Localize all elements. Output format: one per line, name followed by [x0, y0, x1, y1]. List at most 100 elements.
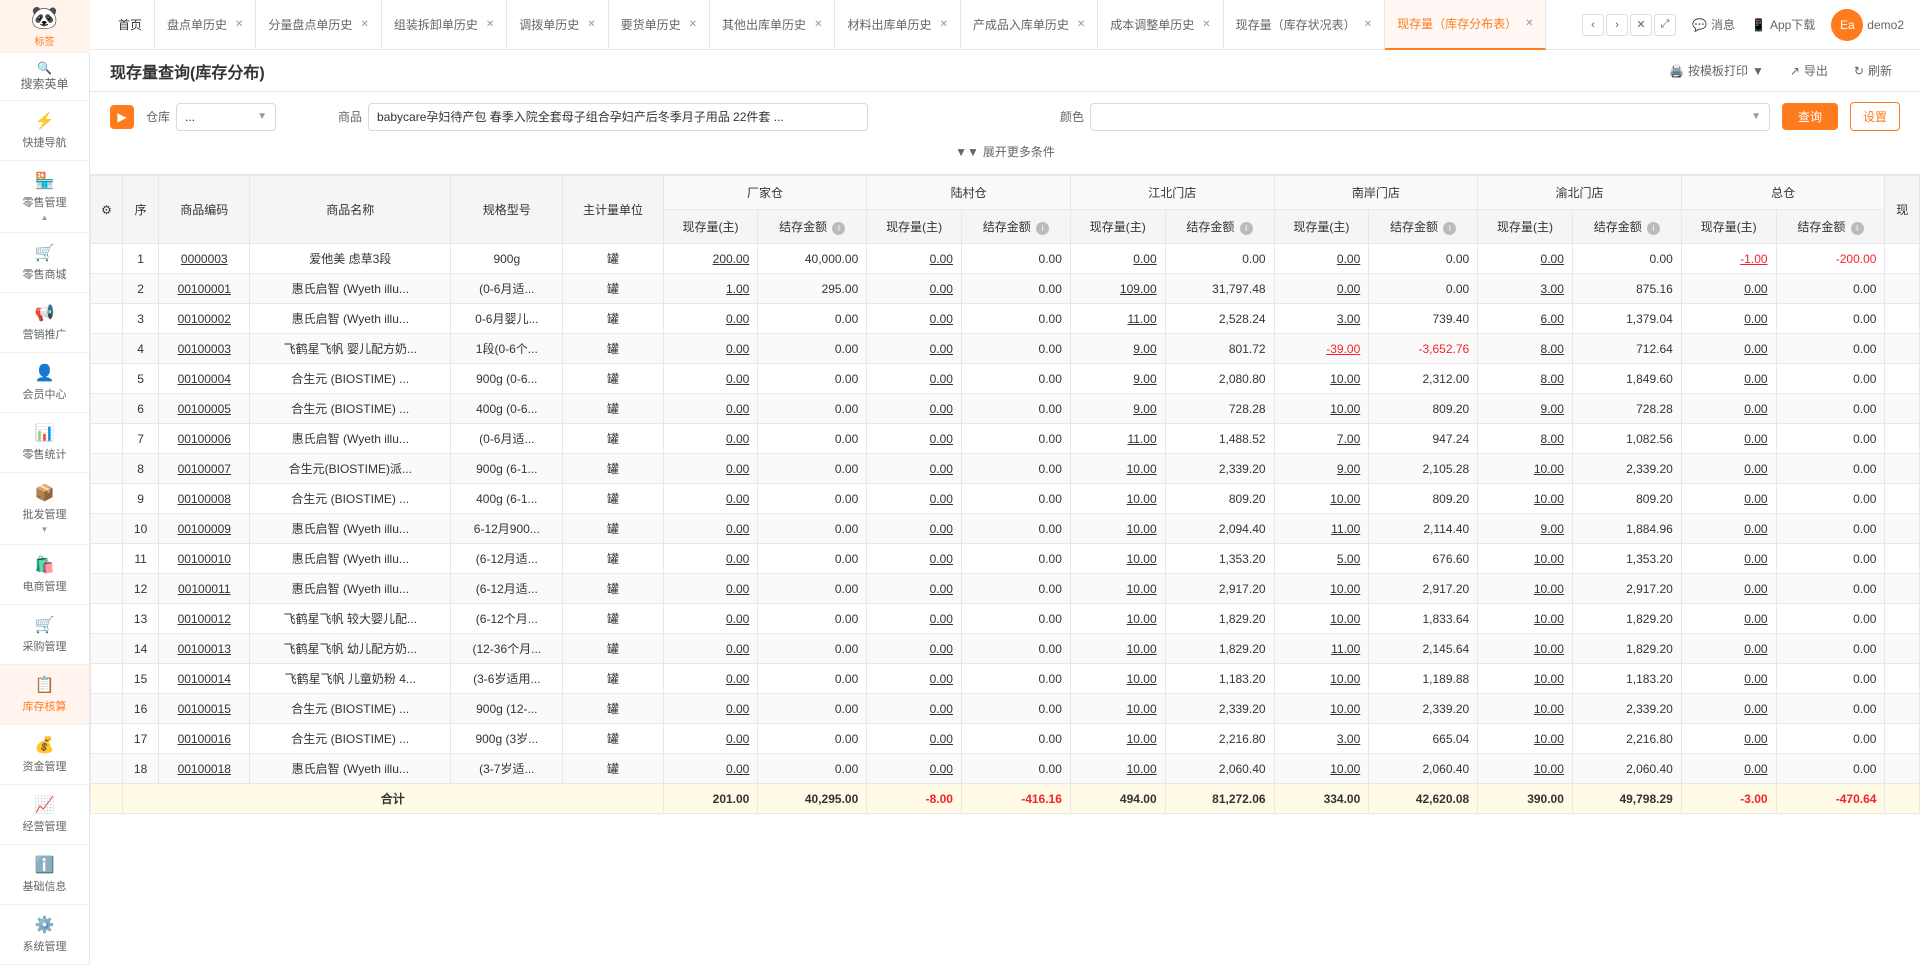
- total-cur-cell[interactable]: 0.00: [1681, 304, 1776, 334]
- changjia-cur-cell[interactable]: 0.00: [663, 394, 758, 424]
- yubei-cur-cell[interactable]: 10.00: [1478, 724, 1573, 754]
- lucun-cur-cell[interactable]: 0.00: [867, 574, 962, 604]
- total-cur-cell[interactable]: -1.00: [1681, 244, 1776, 274]
- code-cell[interactable]: 00100016: [159, 724, 250, 754]
- close-icon[interactable]: ✕: [1364, 19, 1372, 30]
- sidebar-item-purchase[interactable]: 🛒 采购管理: [0, 605, 89, 665]
- info-icon[interactable]: i: [1036, 222, 1049, 235]
- changjia-cur-cell[interactable]: 0.00: [663, 334, 758, 364]
- yubei-cur-cell[interactable]: 8.00: [1478, 364, 1573, 394]
- code-cell[interactable]: 00100009: [159, 514, 250, 544]
- tab-close-btn[interactable]: ✕: [1630, 14, 1652, 36]
- tab-next-btn[interactable]: ›: [1606, 14, 1628, 36]
- nanan-cur-cell[interactable]: 9.00: [1274, 454, 1369, 484]
- code-cell[interactable]: 00100008: [159, 484, 250, 514]
- tab-expand-btn[interactable]: ⤢: [1654, 14, 1676, 36]
- code-cell[interactable]: 00100013: [159, 634, 250, 664]
- sidebar-item-retail-mall[interactable]: 🛒 零售商城: [0, 233, 89, 293]
- code-cell[interactable]: 00100012: [159, 604, 250, 634]
- total-cur-cell[interactable]: 0.00: [1681, 604, 1776, 634]
- nanan-cur-cell[interactable]: 11.00: [1274, 514, 1369, 544]
- expand-conditions-btn[interactable]: ▼▼ 展开更多条件: [947, 139, 1063, 164]
- nanan-cur-cell[interactable]: 10.00: [1274, 574, 1369, 604]
- sidebar-item-marketing[interactable]: 📢 营销推广: [0, 293, 89, 353]
- jiangbei-cur-cell[interactable]: 10.00: [1070, 604, 1165, 634]
- total-cur-cell[interactable]: 0.00: [1681, 394, 1776, 424]
- product-input[interactable]: babycare孕妇待产包 春季入院全套母子组合孕妇产后冬季月子用品 22件套 …: [368, 103, 868, 131]
- tab-transfer[interactable]: 调拨单历史 ✕: [507, 0, 608, 50]
- query-button[interactable]: 查询: [1782, 103, 1838, 130]
- close-icon[interactable]: ✕: [814, 19, 822, 30]
- changjia-cur-cell[interactable]: 0.00: [663, 574, 758, 604]
- sidebar-item-retail-stats[interactable]: 📊 零售统计: [0, 413, 89, 473]
- nanan-cur-cell[interactable]: 10.00: [1274, 484, 1369, 514]
- tab-purchase-order[interactable]: 要货单历史 ✕: [609, 0, 710, 50]
- jiangbei-cur-cell[interactable]: 10.00: [1070, 574, 1165, 604]
- table-container[interactable]: ⚙ 序 商品编码 商品名称 规格型号 主计量单位 厂家仓 陆村仓 江北门店 南岸…: [90, 175, 1920, 965]
- yubei-cur-cell[interactable]: 10.00: [1478, 754, 1573, 784]
- nanan-cur-cell[interactable]: 0.00: [1274, 244, 1369, 274]
- tab-current-warehouse[interactable]: 现存量（库存状况表） ✕: [1224, 0, 1385, 50]
- total-cur-cell[interactable]: 0.00: [1681, 574, 1776, 604]
- nanan-cur-cell[interactable]: 10.00: [1274, 694, 1369, 724]
- nanan-cur-cell[interactable]: 3.00: [1274, 724, 1369, 754]
- yubei-cur-cell[interactable]: 0.00: [1478, 244, 1573, 274]
- sidebar-item-basics[interactable]: ℹ️ 基础信息: [0, 845, 89, 905]
- total-cur-cell[interactable]: 0.00: [1681, 664, 1776, 694]
- nanan-cur-cell[interactable]: 10.00: [1274, 364, 1369, 394]
- tab-branch-count[interactable]: 分量盘点单历史 ✕: [256, 0, 381, 50]
- lucun-cur-cell[interactable]: 0.00: [867, 454, 962, 484]
- nanan-cur-cell[interactable]: 3.00: [1274, 304, 1369, 334]
- close-icon[interactable]: ✕: [1202, 19, 1210, 30]
- filter-toggle-btn[interactable]: ▶: [110, 105, 134, 129]
- sidebar-item-ecommerce[interactable]: 🛍️ 电商管理: [0, 545, 89, 605]
- yubei-cur-cell[interactable]: 8.00: [1478, 334, 1573, 364]
- print-btn[interactable]: 🖨️ 按模板打印 ▼: [1661, 58, 1772, 83]
- yubei-cur-cell[interactable]: 10.00: [1478, 454, 1573, 484]
- user-avatar[interactable]: Ea demo2: [1831, 9, 1904, 41]
- total-cur-cell[interactable]: 0.00: [1681, 724, 1776, 754]
- info-icon[interactable]: i: [1851, 222, 1864, 235]
- jiangbei-cur-cell[interactable]: 0.00: [1070, 244, 1165, 274]
- yubei-cur-cell[interactable]: 10.00: [1478, 664, 1573, 694]
- yubei-cur-cell[interactable]: 9.00: [1478, 514, 1573, 544]
- jiangbei-cur-cell[interactable]: 10.00: [1070, 754, 1165, 784]
- yubei-cur-cell[interactable]: 10.00: [1478, 574, 1573, 604]
- code-cell[interactable]: 0000003: [159, 244, 250, 274]
- info-icon[interactable]: i: [1240, 222, 1253, 235]
- total-cur-cell[interactable]: 0.00: [1681, 514, 1776, 544]
- changjia-cur-cell[interactable]: 0.00: [663, 694, 758, 724]
- sidebar-item-finance[interactable]: 💰 资金管理: [0, 725, 89, 785]
- changjia-cur-cell[interactable]: 0.00: [663, 724, 758, 754]
- code-cell[interactable]: 00100010: [159, 544, 250, 574]
- lucun-cur-cell[interactable]: 0.00: [867, 694, 962, 724]
- tab-current-dist[interactable]: 现存量（库存分布表） ✕: [1385, 0, 1546, 50]
- nanan-cur-cell[interactable]: 11.00: [1274, 634, 1369, 664]
- total-cur-cell[interactable]: 0.00: [1681, 484, 1776, 514]
- close-icon[interactable]: ✕: [486, 19, 494, 30]
- yubei-cur-cell[interactable]: 9.00: [1478, 394, 1573, 424]
- jiangbei-cur-cell[interactable]: 9.00: [1070, 334, 1165, 364]
- tab-home[interactable]: 首页: [106, 0, 155, 50]
- sidebar-item-quicknav[interactable]: ⚡ 快捷导航: [0, 101, 89, 161]
- total-cur-cell[interactable]: 0.00: [1681, 334, 1776, 364]
- sidebar-item-system[interactable]: ⚙️ 系统管理: [0, 905, 89, 965]
- sidebar-item-wholesale[interactable]: 📦 批发管理 ▼: [0, 473, 89, 545]
- lucun-cur-cell[interactable]: 0.00: [867, 334, 962, 364]
- sidebar-item-member[interactable]: 👤 会员中心: [0, 353, 89, 413]
- jiangbei-cur-cell[interactable]: 10.00: [1070, 514, 1165, 544]
- code-cell[interactable]: 00100014: [159, 664, 250, 694]
- jiangbei-cur-cell[interactable]: 9.00: [1070, 364, 1165, 394]
- lucun-cur-cell[interactable]: 0.00: [867, 754, 962, 784]
- yubei-cur-cell[interactable]: 10.00: [1478, 544, 1573, 574]
- yubei-cur-cell[interactable]: 10.00: [1478, 484, 1573, 514]
- code-cell[interactable]: 00100011: [159, 574, 250, 604]
- message-btn[interactable]: 💬 消息: [1692, 16, 1735, 33]
- app-download-btn[interactable]: 📱 App下载: [1751, 16, 1815, 33]
- jiangbei-cur-cell[interactable]: 11.00: [1070, 424, 1165, 454]
- changjia-cur-cell[interactable]: 0.00: [663, 424, 758, 454]
- code-cell[interactable]: 00100001: [159, 274, 250, 304]
- changjia-cur-cell[interactable]: 0.00: [663, 454, 758, 484]
- nanan-cur-cell[interactable]: 5.00: [1274, 544, 1369, 574]
- nanan-cur-cell[interactable]: 10.00: [1274, 394, 1369, 424]
